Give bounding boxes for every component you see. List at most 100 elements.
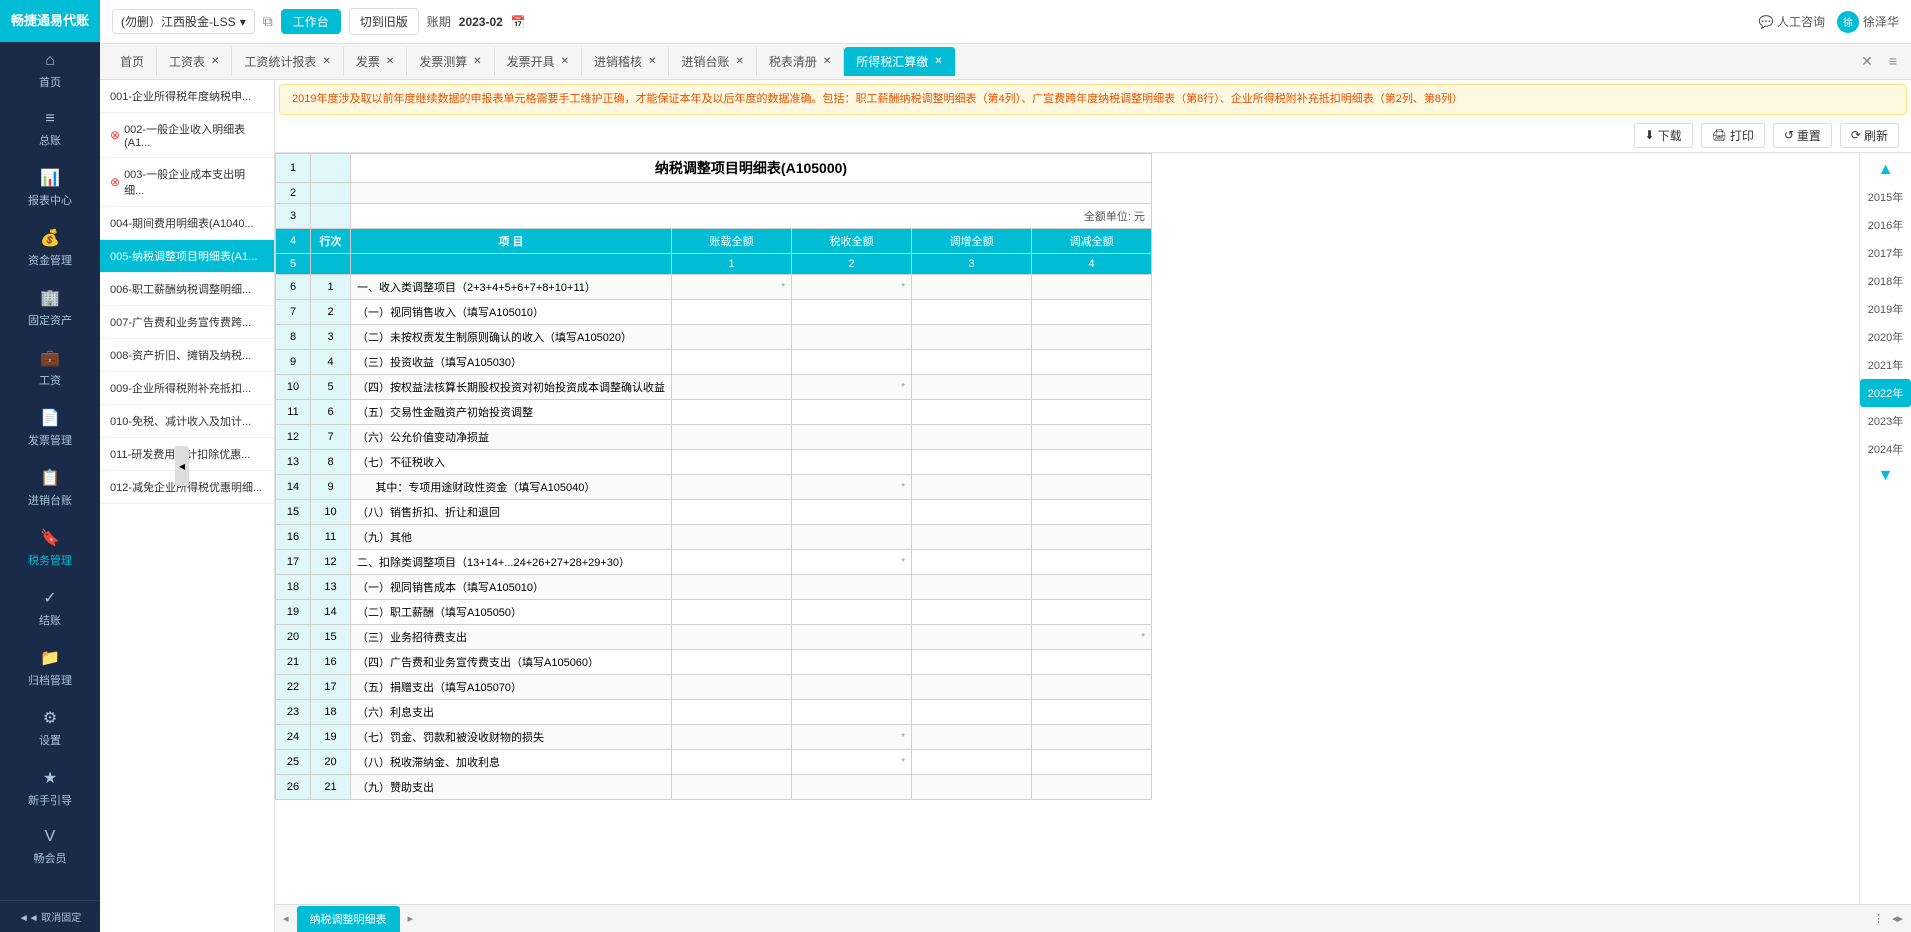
sidebar-item-fixed-assets[interactable]: 🏢 固定资产 xyxy=(0,278,100,338)
sidebar-item-label: 进销台账 xyxy=(28,492,72,508)
left-panel-item-l3[interactable]: ⊗ 003-一般企业成本支出明细... xyxy=(100,158,274,207)
year-item-2023[interactable]: 2023年 xyxy=(1860,407,1911,435)
year-item-2015[interactable]: 2015年 xyxy=(1860,183,1911,211)
tab-payroll[interactable]: 工资表 ✕ xyxy=(157,47,232,76)
year-item-2017[interactable]: 2017年 xyxy=(1860,239,1911,267)
tab-purchase-check[interactable]: 进销稽核 ✕ xyxy=(582,47,669,76)
tab-invoice-calc[interactable]: 发票测算 ✕ xyxy=(407,47,494,76)
table-row-empty: 2 xyxy=(276,182,1152,203)
table-row-title: 1 纳税调整项目明细表(A105000) xyxy=(276,153,1152,182)
scroll-horizontal-icon[interactable]: ⋮ xyxy=(1873,912,1884,925)
scroll-right-icon[interactable]: ▸ xyxy=(408,912,414,925)
refresh-button[interactable]: ⟳ 刷新 xyxy=(1840,123,1899,148)
tab-close-icon[interactable]: ✕ xyxy=(322,56,330,67)
sidebar-item-home[interactable]: ⌂ 首页 xyxy=(0,42,100,100)
left-panel-item-l5[interactable]: 005-纳税调整项目明细表(A1... xyxy=(100,240,274,273)
calendar-icon[interactable]: 📅 xyxy=(511,15,526,29)
tab-payroll-stat[interactable]: 工资统计报表 ✕ xyxy=(232,47,343,76)
left-panel-item-l8[interactable]: 008-资产折旧、摊销及纳税... xyxy=(100,339,274,372)
sidebar-item-label: 首页 xyxy=(39,74,61,90)
panel-collapse-btn[interactable]: ◂ xyxy=(175,446,189,486)
workbench-button[interactable]: 工作台 xyxy=(281,9,341,34)
year-item-2016[interactable]: 2016年 xyxy=(1860,211,1911,239)
download-button[interactable]: ⬇ 下载 xyxy=(1634,123,1693,148)
copy-icon[interactable]: ⧉ xyxy=(263,13,273,30)
tab-income-tax[interactable]: 所得税汇算缴 ✕ xyxy=(844,47,955,76)
table-row: 18 13 （一）视同销售成本（填写A105010） xyxy=(276,574,1152,599)
bottom-tab-tax-adjust[interactable]: 纳税调整明细表 xyxy=(297,906,400,932)
left-panel-item-l1[interactable]: 001-企业所得税年度纳税申... xyxy=(100,80,274,113)
table-row: 14 9 其中：专项用途财政性资金（填写A105040） * xyxy=(276,474,1152,499)
year-item-2022[interactable]: 2022年 xyxy=(1860,379,1911,407)
left-panel-item-l4[interactable]: 004-期间费用明细表(A1040... xyxy=(100,207,274,240)
horizontal-scrollbar-hint[interactable]: ◂▸ xyxy=(1892,912,1903,925)
scroll-left-icon[interactable]: ◂ xyxy=(283,912,289,925)
user-info[interactable]: 徐 徐泽华 xyxy=(1837,11,1899,33)
item-label: 010-免税、减计收入及加计... xyxy=(110,413,251,429)
sidebar-item-settings[interactable]: ⚙ 设置 xyxy=(0,698,100,758)
tab-invoice[interactable]: 发票 ✕ xyxy=(344,47,407,76)
sidebar-item-invoice-mgmt[interactable]: 📄 发票管理 xyxy=(0,398,100,458)
table-row: 10 5 （四）按权益法核算长期股权投资对初始投资成本调整确认收益 * xyxy=(276,374,1152,399)
company-label: (勿删）江西股金-LSS xyxy=(121,13,236,30)
notice-bar: 2019年度涉及取以前年度继续数据的申报表单元格需要手工维护正确，才能保证本年及… xyxy=(279,84,1907,115)
sidebar-item-tax[interactable]: 🔖 税务管理 xyxy=(0,518,100,578)
sidebar-item-label: 税务管理 xyxy=(28,552,72,568)
left-panel: 001-企业所得税年度纳税申... ⊗ 002-一般企业收入明细表(A1... … xyxy=(100,80,275,932)
sidebar-item-label: 固定资产 xyxy=(28,312,72,328)
table-row: 26 21 （九）赞助支出 xyxy=(276,774,1152,799)
tab-home[interactable]: 首页 xyxy=(108,47,157,76)
sidebar-item-sales-ledger[interactable]: 📋 进销台账 xyxy=(0,458,100,518)
tab-tax-clear[interactable]: 税表清册 ✕ xyxy=(757,47,844,76)
sidebar-item-payroll[interactable]: 💼 工资 xyxy=(0,338,100,398)
tab-close-icon[interactable]: ✕ xyxy=(648,56,656,67)
year-item-2020[interactable]: 2020年 xyxy=(1860,323,1911,351)
print-button[interactable]: 🖨 打印 xyxy=(1701,123,1765,148)
chevron-down-icon: ▾ xyxy=(240,15,246,29)
tab-invoice-open[interactable]: 发票开具 ✕ xyxy=(495,47,582,76)
sidebar-item-guide[interactable]: ★ 新手引导 xyxy=(0,758,100,818)
year-nav-up[interactable]: ▲ xyxy=(1874,157,1898,183)
sidebar-item-general-ledger[interactable]: ≡ 总账 xyxy=(0,100,100,158)
tab-close-icon[interactable]: ✕ xyxy=(735,56,743,67)
close-all-icon[interactable]: ✕ xyxy=(1855,53,1879,70)
consult-btn[interactable]: 💬 人工咨询 xyxy=(1759,13,1825,30)
assets-icon: 💰 xyxy=(40,228,60,248)
year-item-2018[interactable]: 2018年 xyxy=(1860,267,1911,295)
tab-close-icon[interactable]: ✕ xyxy=(823,56,831,67)
reset-button[interactable]: ↺ 重置 xyxy=(1773,123,1832,148)
invoice-mgmt-icon: 📄 xyxy=(40,408,60,428)
table-wrapper[interactable]: 1 纳税调整项目明细表(A105000) 2 xyxy=(275,153,1859,905)
home-icon: ⌂ xyxy=(45,52,55,70)
year-item-2021[interactable]: 2021年 xyxy=(1860,351,1911,379)
table-row: 24 19 （七）罚金、罚款和被没收财物的损失 * xyxy=(276,724,1152,749)
sidebar-item-settlement[interactable]: ✓ 结账 xyxy=(0,578,100,638)
sidebar-item-archive[interactable]: 📁 归档管理 xyxy=(0,638,100,698)
item-label: 009-企业所得税附补充抵扣... xyxy=(110,380,251,396)
left-panel-item-l9[interactable]: 009-企业所得税附补充抵扣... xyxy=(100,372,274,405)
item-label: 008-资产折旧、摊销及纳税... xyxy=(110,347,251,363)
left-panel-item-l7[interactable]: 007-广告费和业务宣传费跨... xyxy=(100,306,274,339)
table-row: 21 16 （四）广告费和业务宣传费支出（填写A105060） xyxy=(276,649,1152,674)
sidebar-item-reports[interactable]: 📊 报表中心 xyxy=(0,158,100,218)
year-nav-down[interactable]: ▼ xyxy=(1874,463,1898,489)
left-panel-item-l6[interactable]: 006-职工薪酬纳税调整明细... xyxy=(100,273,274,306)
more-tabs-icon[interactable]: ≡ xyxy=(1883,53,1903,70)
sidebar-unpin[interactable]: ◄◄ 取消固定 xyxy=(0,900,100,932)
tab-close-icon[interactable]: ✕ xyxy=(386,56,394,67)
left-panel-item-l2[interactable]: ⊗ 002-一般企业收入明细表(A1... xyxy=(100,113,274,158)
tab-close-icon[interactable]: ✕ xyxy=(211,56,219,67)
left-panel-item-l10[interactable]: 010-免税、减计收入及加计... xyxy=(100,405,274,438)
tab-close-icon[interactable]: ✕ xyxy=(561,56,569,67)
year-item-2019[interactable]: 2019年 xyxy=(1860,295,1911,323)
year-item-2024[interactable]: 2024年 xyxy=(1860,435,1911,463)
content-area: 001-企业所得税年度纳税申... ⊗ 002-一般企业收入明细表(A1... … xyxy=(100,80,1911,932)
sidebar-item-assets[interactable]: 💰 资金管理 xyxy=(0,218,100,278)
notice-text: 2019年度涉及取以前年度继续数据的申报表单元格需要手工维护正确，才能保证本年及… xyxy=(292,93,1463,105)
tab-close-icon[interactable]: ✕ xyxy=(934,56,942,67)
sidebar-item-member[interactable]: V 畅会员 xyxy=(0,818,100,876)
tab-purchase-ledger[interactable]: 进销台账 ✕ xyxy=(669,47,756,76)
tab-close-icon[interactable]: ✕ xyxy=(473,56,481,67)
company-selector[interactable]: (勿删）江西股金-LSS ▾ xyxy=(112,9,255,34)
switch-old-button[interactable]: 切到旧版 xyxy=(349,8,419,35)
